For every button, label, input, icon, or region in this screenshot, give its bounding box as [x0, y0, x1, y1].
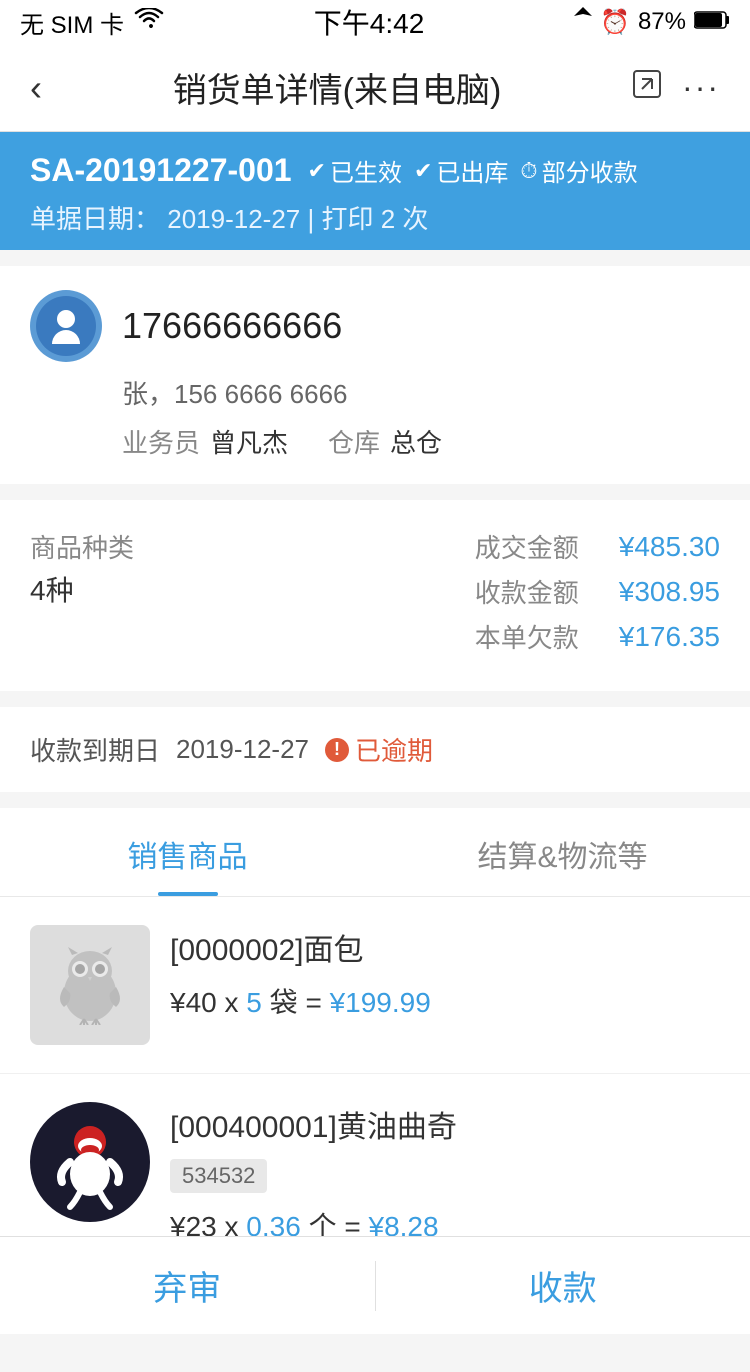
product-badge-2: 534532: [170, 1159, 267, 1193]
status-partial-payment: ⏱ 部分收款: [520, 153, 637, 188]
status-tags: ✔ 已生效 ✔ 已出库 ⏱ 部分收款: [308, 153, 638, 188]
customer-account-id: 17666666666: [122, 305, 342, 347]
check-icon-2: ✔: [414, 158, 432, 184]
tab-products[interactable]: 销售商品: [0, 808, 375, 896]
bottom-bar: 弃审 收款: [0, 1236, 750, 1334]
status-bar-right: ⏰ 87%: [574, 7, 730, 38]
product-item-1: 品+ [0000002]面包 ¥40 x 5 袋 = ¥199.99: [0, 897, 750, 1074]
product-info-2: [000400001]黄油曲奇 534532 ¥23 x 0.36 个 = ¥8…: [170, 1102, 720, 1245]
status-bar-left: 无 SIM 卡: [20, 5, 164, 40]
stats-right: 成交金额 ¥485.30 收款金额 ¥308.95 本单欠款 ¥176.35: [475, 528, 720, 663]
amount-label: 成交金额: [475, 528, 579, 565]
product-price-row-1: ¥40 x 5 袋 = ¥199.99: [170, 981, 720, 1021]
avatar: [30, 290, 102, 362]
abandon-review-button[interactable]: 弃审: [0, 1237, 375, 1334]
product-thumb-2: [30, 1102, 150, 1222]
payment-due-date: 2019-12-27: [176, 734, 309, 765]
stats-section: 商品种类 4种 成交金额 ¥485.30 收款金额 ¥308.95 本单欠款 ¥…: [0, 500, 750, 691]
amount-row: 成交金额 ¥485.30: [475, 528, 720, 565]
share-button[interactable]: [632, 69, 662, 107]
owed-value: ¥176.35: [619, 621, 720, 653]
category-label: 商品种类: [30, 528, 134, 565]
back-button[interactable]: ‹: [30, 67, 42, 109]
more-button[interactable]: ···: [682, 69, 720, 106]
owed-label: 本单欠款: [475, 618, 579, 655]
status-effective: ✔ 已生效: [308, 153, 402, 188]
sales-name: 曾凡杰: [210, 423, 288, 460]
warehouse-name: 总仓: [390, 423, 442, 460]
customer-top: 17666666666: [30, 290, 720, 362]
clock-icon: ⏱: [520, 158, 537, 184]
product-qty-1: 5: [246, 987, 262, 1018]
nav-actions: ···: [632, 69, 720, 107]
product-info-1: [0000002]面包 ¥40 x 5 袋 = ¥199.99: [170, 925, 720, 1021]
carrier-text: 无 SIM 卡: [20, 5, 124, 40]
collect-payment-button[interactable]: 收款: [376, 1237, 750, 1334]
product-total-1: ¥199.99: [330, 987, 431, 1018]
overdue-text: 已逾期: [355, 731, 433, 768]
header-date: 单据日期： 2019-12-27 | 打印 2 次: [30, 199, 720, 236]
battery-text: 87%: [638, 8, 686, 36]
order-id: SA-20191227-001: [30, 152, 292, 189]
status-outbound: ✔ 已出库: [414, 153, 508, 188]
status-bar-time: 下午4:42: [314, 2, 425, 42]
sales-meta: 业务员 曾凡杰: [122, 423, 288, 460]
status-bar: 无 SIM 卡 下午4:42 ⏰ 87%: [0, 0, 750, 44]
alarm-icon: ⏰: [600, 8, 630, 37]
customer-meta: 业务员 曾凡杰 仓库 总仓: [30, 423, 720, 460]
check-icon-1: ✔: [308, 158, 326, 184]
warehouse-label: 仓库: [328, 423, 380, 460]
tab-settlement[interactable]: 结算&物流等: [375, 808, 750, 896]
warehouse-meta: 仓库 总仓: [328, 423, 442, 460]
nav-title: 销货单详情(来自电脑): [173, 63, 502, 112]
nav-bar: ‹ 销货单详情(来自电脑) ···: [0, 44, 750, 132]
received-label: 收款金额: [475, 573, 579, 610]
amount-value: ¥485.30: [619, 531, 720, 563]
category-count: 4种: [30, 569, 134, 609]
owed-row: 本单欠款 ¥176.35: [475, 618, 720, 655]
overdue-badge: ! 已逾期: [325, 731, 433, 768]
received-row: 收款金额 ¥308.95: [475, 573, 720, 610]
wifi-icon: [134, 8, 164, 37]
location-icon: [574, 7, 592, 38]
overdue-icon: !: [325, 738, 349, 762]
received-value: ¥308.95: [619, 576, 720, 608]
tabs: 销售商品 结算&物流等: [0, 808, 750, 897]
product-name-2: [000400001]黄油曲奇: [170, 1102, 720, 1146]
header-banner: SA-20191227-001 ✔ 已生效 ✔ 已出库 ⏱ 部分收款 单据日期：…: [0, 132, 750, 250]
payment-due-section: 收款到期日 2019-12-27 ! 已逾期: [0, 707, 750, 792]
product-list: 品+ [0000002]面包 ¥40 x 5 袋 = ¥199.99: [0, 897, 750, 1274]
customer-contact: 张，156 6666 6666: [30, 374, 720, 411]
product-name-1: [0000002]面包: [170, 925, 720, 969]
battery-icon: [694, 8, 730, 36]
customer-section: 17666666666 张，156 6666 6666 业务员 曾凡杰 仓库 总…: [0, 266, 750, 484]
payment-due-label: 收款到期日: [30, 731, 160, 768]
sales-label: 业务员: [122, 423, 200, 460]
stats-left: 商品种类 4种: [30, 528, 134, 609]
product-thumb-1: 品+: [30, 925, 150, 1045]
